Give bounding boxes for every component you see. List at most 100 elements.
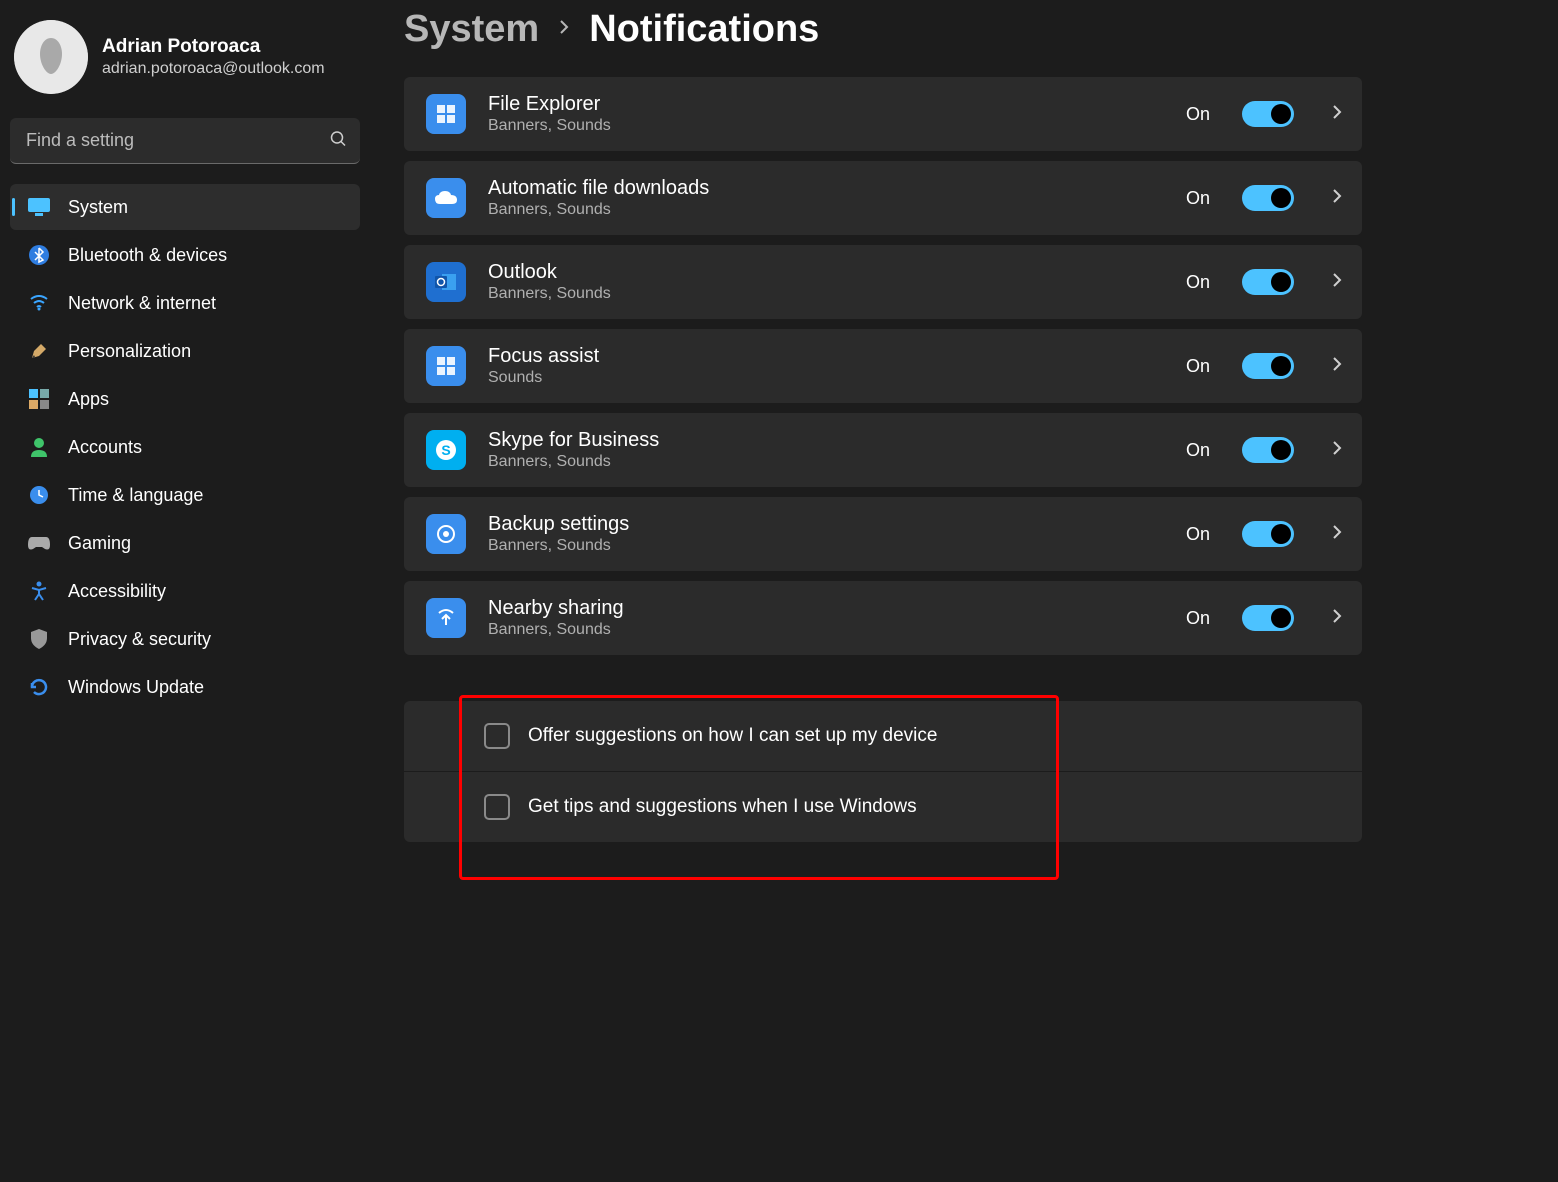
nav-label: Accessibility [68, 581, 166, 602]
chevron-right-icon[interactable] [1332, 524, 1342, 545]
checkbox-row-suggestions[interactable]: Offer suggestions on how I can set up my… [404, 701, 1362, 771]
nav-label: Network & internet [68, 293, 216, 314]
chevron-right-icon[interactable] [1332, 356, 1342, 377]
additional-settings: Offer suggestions on how I can set up my… [404, 701, 1362, 842]
checkbox[interactable] [484, 794, 510, 820]
row-title: Focus assist [488, 345, 1164, 368]
nav-label: Accounts [68, 437, 142, 458]
toggle[interactable] [1242, 269, 1294, 295]
row-text: Skype for Business Banners, Sounds [488, 429, 1164, 471]
chevron-right-icon [557, 16, 571, 44]
system-icon [28, 196, 50, 218]
nearby-icon [426, 598, 466, 638]
privacy-icon [28, 628, 50, 650]
nav-label: Time & language [68, 485, 203, 506]
app-row-backup[interactable]: Backup settings Banners, Sounds On [404, 497, 1362, 571]
app-row-outlook[interactable]: Outlook Banners, Sounds On [404, 245, 1362, 319]
row-sub: Banners, Sounds [488, 621, 1164, 639]
gaming-icon [28, 532, 50, 554]
checkbox-row-tips[interactable]: Get tips and suggestions when I use Wind… [404, 772, 1362, 842]
row-title: File Explorer [488, 93, 1164, 116]
row-title: Outlook [488, 261, 1164, 284]
row-text: Nearby sharing Banners, Sounds [488, 597, 1164, 639]
nav-item-time[interactable]: Time & language [10, 472, 360, 518]
search-icon [330, 131, 346, 152]
toggle-state: On [1186, 272, 1210, 293]
nav: System Bluetooth & devices Network & int… [10, 184, 360, 710]
nav-item-update[interactable]: Windows Update [10, 664, 360, 710]
row-text: Focus assist Sounds [488, 345, 1164, 387]
app-row-file-explorer[interactable]: File Explorer Banners, Sounds On [404, 77, 1362, 151]
personalization-icon [28, 340, 50, 362]
row-title: Skype for Business [488, 429, 1164, 452]
toggle-state: On [1186, 188, 1210, 209]
app-row-nearby[interactable]: Nearby sharing Banners, Sounds On [404, 581, 1362, 655]
cloud-icon [426, 178, 466, 218]
nav-item-bluetooth[interactable]: Bluetooth & devices [10, 232, 360, 278]
row-sub: Banners, Sounds [488, 537, 1164, 555]
search-wrap [10, 118, 360, 164]
row-sub: Banners, Sounds [488, 201, 1164, 219]
network-icon [28, 292, 50, 314]
app-row-focus-assist[interactable]: Focus assist Sounds On [404, 329, 1362, 403]
app-list: File Explorer Banners, Sounds On Automat… [404, 77, 1362, 655]
breadcrumb-current: Notifications [589, 8, 819, 51]
row-sub: Sounds [488, 369, 1164, 387]
nav-item-privacy[interactable]: Privacy & security [10, 616, 360, 662]
row-sub: Banners, Sounds [488, 117, 1164, 135]
nav-label: Windows Update [68, 677, 204, 698]
nav-label: Gaming [68, 533, 131, 554]
app-row-auto-downloads[interactable]: Automatic file downloads Banners, Sounds… [404, 161, 1362, 235]
chevron-right-icon[interactable] [1332, 608, 1342, 629]
nav-item-gaming[interactable]: Gaming [10, 520, 360, 566]
avatar [14, 20, 88, 94]
profile[interactable]: Adrian Potoroaca adrian.potoroaca@outloo… [10, 12, 360, 112]
checkbox-label: Offer suggestions on how I can set up my… [528, 725, 937, 747]
main: System Notifications File Explorer Banne… [370, 0, 1558, 1182]
profile-info: Adrian Potoroaca adrian.potoroaca@outloo… [102, 36, 325, 78]
row-text: Automatic file downloads Banners, Sounds [488, 177, 1164, 219]
accounts-icon [28, 436, 50, 458]
nav-item-network[interactable]: Network & internet [10, 280, 360, 326]
chevron-right-icon[interactable] [1332, 440, 1342, 461]
toggle[interactable] [1242, 353, 1294, 379]
chevron-right-icon[interactable] [1332, 272, 1342, 293]
row-sub: Banners, Sounds [488, 285, 1164, 303]
profile-email: adrian.potoroaca@outlook.com [102, 60, 325, 78]
search-input[interactable] [10, 118, 360, 164]
outlook-icon [426, 262, 466, 302]
row-text: Outlook Banners, Sounds [488, 261, 1164, 303]
skype-icon: S [426, 430, 466, 470]
apps-icon [28, 388, 50, 410]
checkbox[interactable] [484, 723, 510, 749]
chevron-right-icon[interactable] [1332, 104, 1342, 125]
row-text: File Explorer Banners, Sounds [488, 93, 1164, 135]
toggle[interactable] [1242, 605, 1294, 631]
nav-label: Bluetooth & devices [68, 245, 227, 266]
toggle[interactable] [1242, 437, 1294, 463]
row-title: Automatic file downloads [488, 177, 1164, 200]
chevron-right-icon[interactable] [1332, 188, 1342, 209]
svg-text:S: S [441, 442, 450, 458]
toggle-state: On [1186, 440, 1210, 461]
backup-icon [426, 514, 466, 554]
toggle-state: On [1186, 524, 1210, 545]
nav-item-apps[interactable]: Apps [10, 376, 360, 422]
nav-item-personalization[interactable]: Personalization [10, 328, 360, 374]
nav-item-accessibility[interactable]: Accessibility [10, 568, 360, 614]
nav-label: Personalization [68, 341, 191, 362]
file-explorer-icon [426, 94, 466, 134]
toggle[interactable] [1242, 521, 1294, 547]
nav-item-system[interactable]: System [10, 184, 360, 230]
profile-name: Adrian Potoroaca [102, 36, 325, 58]
update-icon [28, 676, 50, 698]
toggle[interactable] [1242, 101, 1294, 127]
breadcrumb-parent[interactable]: System [404, 8, 539, 51]
nav-item-accounts[interactable]: Accounts [10, 424, 360, 470]
time-icon [28, 484, 50, 506]
row-sub: Banners, Sounds [488, 453, 1164, 471]
toggle[interactable] [1242, 185, 1294, 211]
app-row-skype[interactable]: S Skype for Business Banners, Sounds On [404, 413, 1362, 487]
nav-label: Privacy & security [68, 629, 211, 650]
nav-label: Apps [68, 389, 109, 410]
